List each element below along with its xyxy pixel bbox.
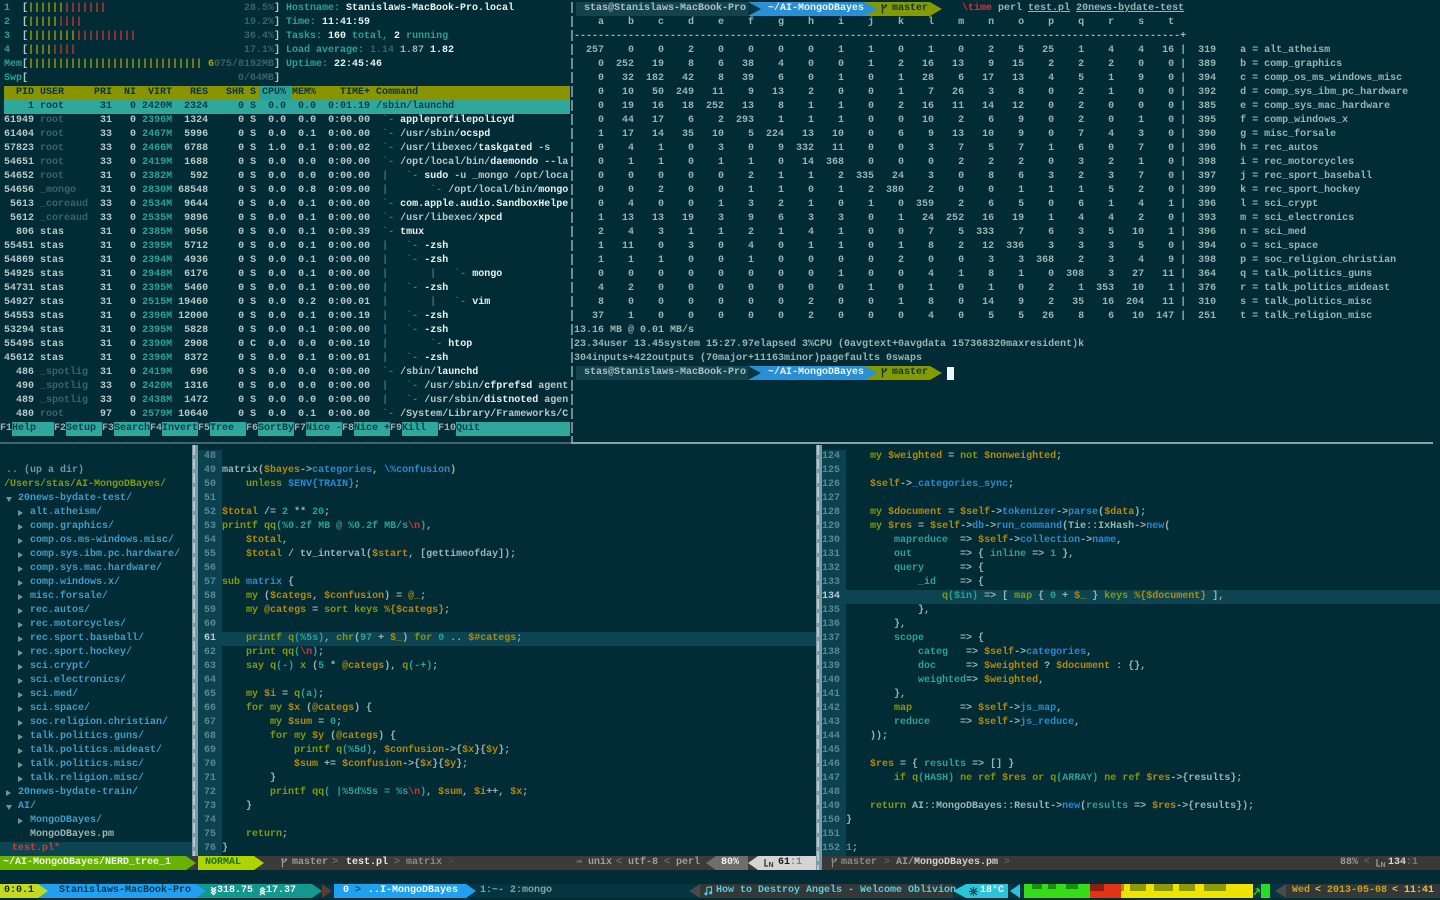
- svg-text:N: N: [769, 862, 774, 868]
- svg-text:N: N: [1381, 862, 1386, 868]
